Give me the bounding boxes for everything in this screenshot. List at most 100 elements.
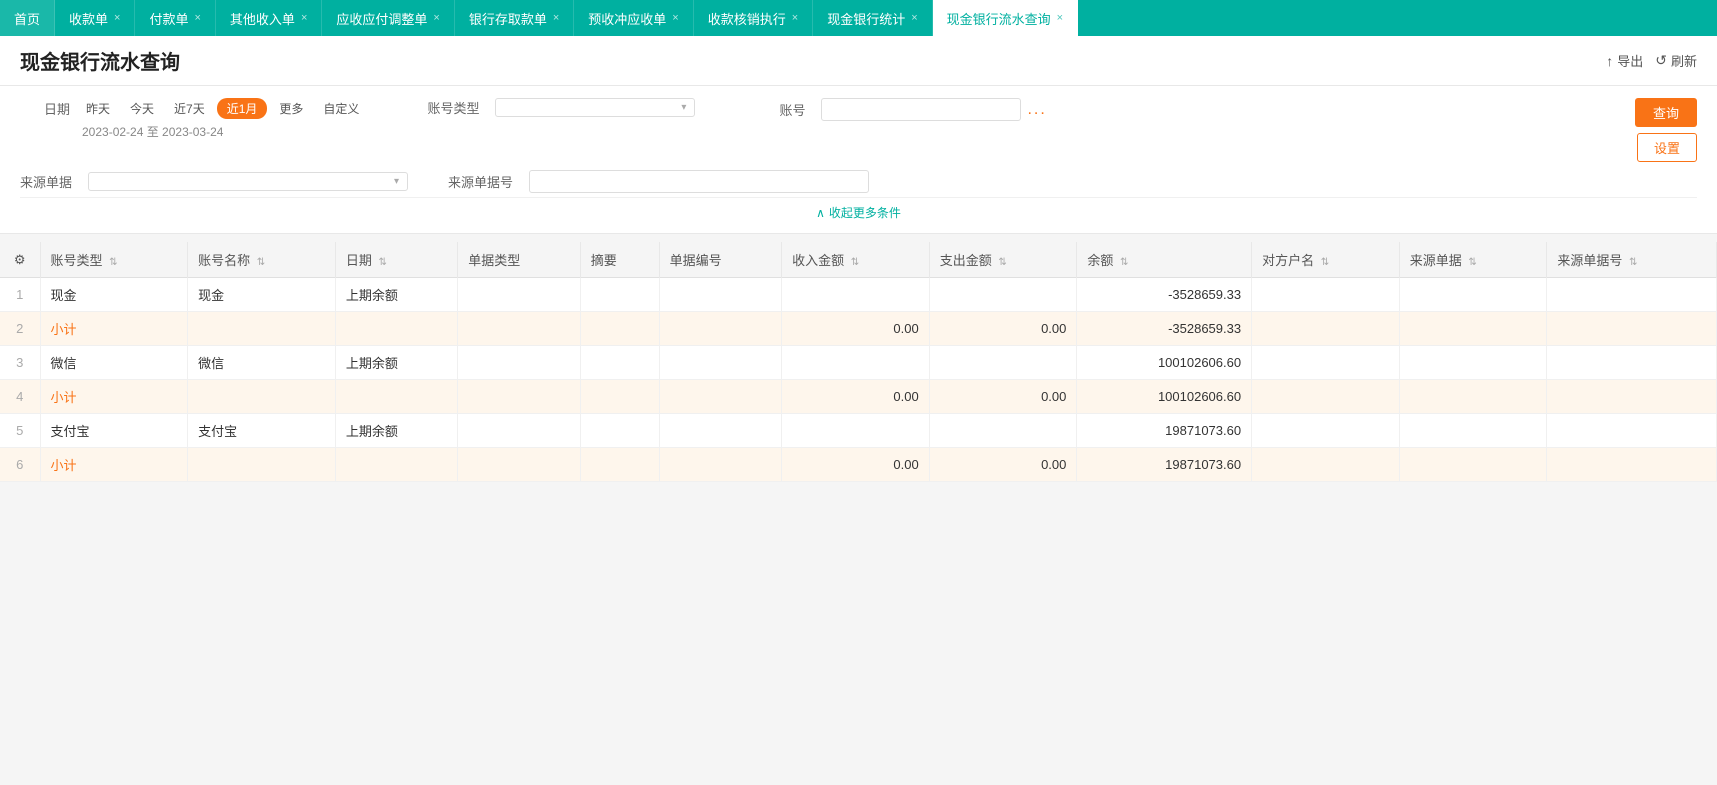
sort-icon: ⇅ (998, 257, 1006, 268)
cell-summary (580, 414, 659, 448)
close-icon[interactable]: × (672, 12, 678, 24)
nav-item-liushui[interactable]: 现金银行流水查询 × (933, 0, 1078, 36)
nav-item-qita[interactable]: 其他收入单 × (216, 0, 322, 36)
col-doc-no[interactable]: 单据编号 (659, 242, 781, 278)
nav-item-fukuan[interactable]: 付款单 × (135, 0, 215, 36)
cell-counterparty (1252, 414, 1400, 448)
cell-income (782, 278, 930, 312)
account-label: 账号 (755, 100, 805, 119)
header-actions: ↑ 导出 ↺ 刷新 (1606, 51, 1697, 70)
cell-source-doc-no (1547, 346, 1717, 380)
col-summary[interactable]: 摘要 (580, 242, 659, 278)
col-account-type[interactable]: 账号类型 ⇅ (40, 242, 188, 278)
cell-doc-no (659, 312, 781, 346)
cell-source-doc-no (1547, 448, 1717, 482)
account-input[interactable] (821, 98, 1021, 121)
col-account-name[interactable]: 账号名称 ⇅ (188, 242, 336, 278)
sort-icon: ⇅ (1120, 257, 1128, 268)
source-doc-label: 来源单据 (20, 172, 72, 191)
nav-item-yinhang[interactable]: 银行存取款单 × (455, 0, 574, 36)
collapse-up-icon: ∧ (816, 206, 825, 220)
cell-account-name (188, 312, 336, 346)
refresh-button[interactable]: ↺ 刷新 (1655, 51, 1697, 70)
close-icon[interactable]: × (194, 12, 200, 24)
cell-summary (580, 278, 659, 312)
nav-item-shoukuan[interactable]: 收款核销执行 × (694, 0, 813, 36)
date-option-more[interactable]: 更多 (271, 98, 311, 119)
date-filter-row: 日期 昨天 今天 近7天 近1月 更多 自定义 (20, 98, 367, 119)
collapse-bar[interactable]: ∧ 收起更多条件 (20, 197, 1697, 225)
source-doc-select[interactable]: ▾ (88, 172, 408, 191)
source-doc-num-input[interactable] (529, 170, 869, 193)
account-type-label: 账号类型 (427, 98, 479, 117)
cell-income (782, 346, 930, 380)
cell-date: 上期余额 (335, 278, 457, 312)
cell-summary (580, 346, 659, 380)
table-row: 5支付宝支付宝上期余额19871073.60 (0, 414, 1717, 448)
col-counterparty[interactable]: 对方户名 ⇅ (1252, 242, 1400, 278)
nav-item-yushou[interactable]: 预收冲应收单 × (574, 0, 693, 36)
col-gear[interactable]: ⚙ (0, 242, 40, 278)
page-title: 现金银行流水查询 (20, 46, 180, 75)
date-option-1month[interactable]: 近1月 (217, 98, 268, 119)
cell-income (782, 414, 930, 448)
col-doc-type[interactable]: 单据类型 (458, 242, 580, 278)
cell-source-doc (1399, 380, 1547, 414)
date-option-today[interactable]: 今天 (122, 98, 162, 119)
cell-expense: 0.00 (929, 448, 1077, 482)
cell-counterparty (1252, 448, 1400, 482)
table-row: 2小计0.000.00-3528659.33 (0, 312, 1717, 346)
main-table: ⚙ 账号类型 ⇅ 账号名称 ⇅ 日期 ⇅ 单据类型 摘要 (0, 242, 1717, 482)
account-dots[interactable]: ... (1027, 101, 1046, 119)
export-button[interactable]: ↑ 导出 (1606, 51, 1643, 70)
col-source-doc[interactable]: 来源单据 ⇅ (1399, 242, 1547, 278)
col-date[interactable]: 日期 ⇅ (335, 242, 457, 278)
date-option-custom[interactable]: 自定义 (315, 98, 367, 119)
chevron-down-icon: ▾ (681, 102, 686, 113)
nav-label: 现金银行流水查询 (947, 9, 1051, 28)
close-icon[interactable]: × (553, 12, 559, 24)
row-number: 6 (0, 448, 40, 482)
account-type-select[interactable]: ▾ (495, 98, 695, 117)
cell-source-doc-no (1547, 380, 1717, 414)
col-balance[interactable]: 余额 ⇅ (1077, 242, 1252, 278)
cell-expense (929, 346, 1077, 380)
query-button[interactable]: 查询 (1635, 98, 1697, 127)
cell-account-type: 小计 (40, 448, 188, 482)
close-icon[interactable]: × (1057, 12, 1063, 24)
cell-account-name (188, 380, 336, 414)
settings-button[interactable]: 设置 (1637, 133, 1697, 162)
nav-item-tongji[interactable]: 现金银行统计 × (813, 0, 932, 36)
date-option-7days[interactable]: 近7天 (166, 98, 213, 119)
cell-income: 0.00 (782, 312, 930, 346)
col-expense[interactable]: 支出金额 ⇅ (929, 242, 1077, 278)
cell-income: 0.00 (782, 380, 930, 414)
cell-account-name (188, 448, 336, 482)
nav-item-shoudan[interactable]: 收款单 × (55, 0, 135, 36)
cell-account-name: 现金 (188, 278, 336, 312)
source-doc-num-label: 来源单据号 (448, 172, 513, 191)
cell-source-doc (1399, 312, 1547, 346)
nav-home[interactable]: 首页 (0, 0, 55, 36)
cell-source-doc-no (1547, 414, 1717, 448)
close-icon[interactable]: × (433, 12, 439, 24)
nav-home-label: 首页 (14, 9, 40, 28)
close-icon[interactable]: × (911, 12, 917, 24)
col-source-doc-no[interactable]: 来源单据号 ⇅ (1547, 242, 1717, 278)
close-icon[interactable]: × (114, 12, 120, 24)
cell-summary (580, 312, 659, 346)
col-income[interactable]: 收入金额 ⇅ (782, 242, 930, 278)
close-icon[interactable]: × (792, 12, 798, 24)
nav-label: 现金银行统计 (827, 9, 905, 28)
cell-date (335, 312, 457, 346)
sort-icon: ⇅ (1468, 257, 1476, 268)
chevron-down-icon: ▾ (394, 176, 399, 187)
table-row: 3微信微信上期余额100102606.60 (0, 346, 1717, 380)
cell-balance: 19871073.60 (1077, 414, 1252, 448)
date-option-yesterday[interactable]: 昨天 (78, 98, 118, 119)
cell-source-doc (1399, 278, 1547, 312)
nav-item-yingshou[interactable]: 应收应付调整单 × (322, 0, 454, 36)
close-icon[interactable]: × (301, 12, 307, 24)
cell-income: 0.00 (782, 448, 930, 482)
cell-account-type: 微信 (40, 346, 188, 380)
